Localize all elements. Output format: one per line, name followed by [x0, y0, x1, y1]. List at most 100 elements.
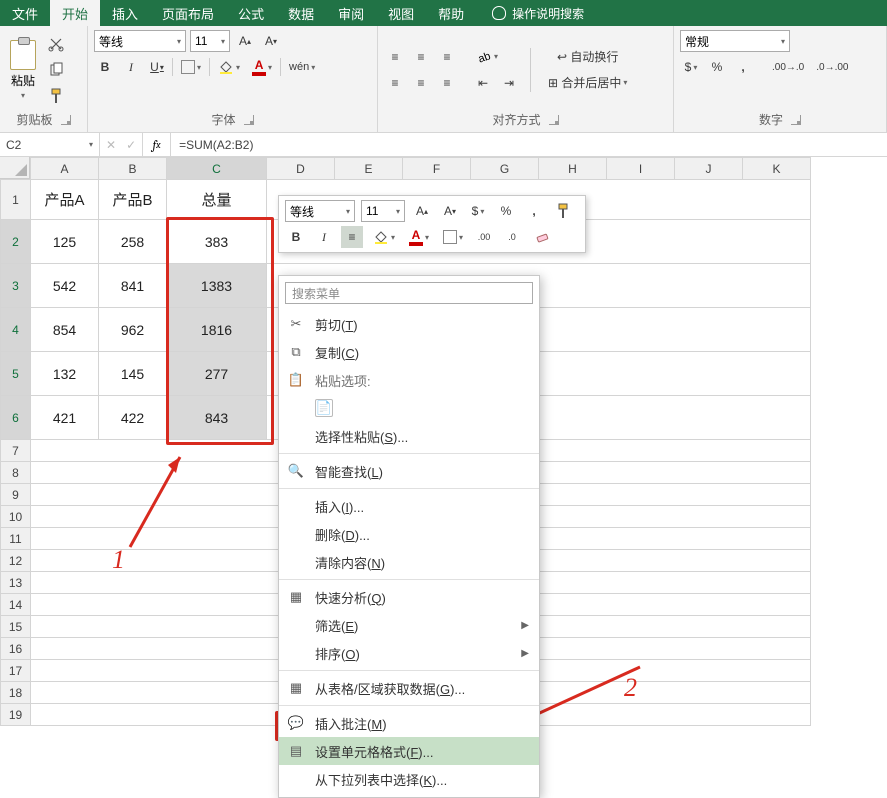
cell[interactable]: 421: [31, 396, 99, 440]
col-header[interactable]: E: [335, 158, 403, 180]
cell[interactable]: 145: [99, 352, 167, 396]
shrink-font-button[interactable]: A▾: [260, 30, 282, 52]
border-button[interactable]: [177, 56, 205, 78]
underline-button[interactable]: U▾: [146, 56, 168, 78]
mini-align-center[interactable]: ≡: [341, 226, 363, 248]
tab-insert[interactable]: 插入: [100, 0, 150, 26]
cell[interactable]: 125: [31, 220, 99, 264]
cell[interactable]: 产品B: [99, 180, 167, 220]
fill-color-button[interactable]: [214, 56, 244, 78]
row-header[interactable]: 5: [1, 352, 31, 396]
col-header[interactable]: J: [675, 158, 743, 180]
ctx-sort[interactable]: 排序(O) ▶: [279, 639, 539, 667]
row-header[interactable]: 9: [1, 484, 31, 506]
tab-review[interactable]: 审阅: [326, 0, 376, 26]
tell-me-search[interactable]: 操作说明搜索: [484, 0, 592, 26]
italic-button[interactable]: I: [120, 56, 142, 78]
col-header[interactable]: K: [743, 158, 811, 180]
row-header[interactable]: 2: [1, 220, 31, 264]
font-size-select[interactable]: 11▾: [190, 30, 230, 52]
row-header[interactable]: 17: [1, 660, 31, 682]
col-header[interactable]: F: [403, 158, 471, 180]
mini-border[interactable]: [439, 226, 467, 248]
align-right-button[interactable]: ≡: [436, 72, 458, 94]
font-launcher[interactable]: [244, 115, 254, 125]
ctx-quick-analysis[interactable]: ▦ 快速分析(Q): [279, 583, 539, 611]
cell[interactable]: 422: [99, 396, 167, 440]
row-header[interactable]: 16: [1, 638, 31, 660]
cell[interactable]: 1383: [167, 264, 267, 308]
format-painter-button[interactable]: [44, 85, 68, 107]
cell[interactable]: 854: [31, 308, 99, 352]
ctx-get-data[interactable]: ▦ 从表格/区域获取数据(G)...: [279, 674, 539, 702]
row-header[interactable]: 19: [1, 704, 31, 726]
cut-button[interactable]: [44, 33, 68, 55]
mini-inc-decimal[interactable]: .00: [473, 226, 495, 248]
tab-file[interactable]: 文件: [0, 0, 50, 26]
ctx-insert-comment[interactable]: 💬 插入批注(M): [279, 709, 539, 737]
mini-percent[interactable]: %: [495, 200, 517, 222]
cell[interactable]: 542: [31, 264, 99, 308]
align-middle-button[interactable]: ≡: [410, 46, 432, 68]
row-header[interactable]: 1: [1, 180, 31, 220]
row-header[interactable]: 13: [1, 572, 31, 594]
row-header[interactable]: 14: [1, 594, 31, 616]
select-all-corner[interactable]: [0, 157, 30, 179]
ctx-dropdown-list[interactable]: 从下拉列表中选择(K)...: [279, 765, 539, 793]
cell[interactable]: 962: [99, 308, 167, 352]
mini-bold[interactable]: B: [285, 226, 307, 248]
tab-home[interactable]: 开始: [50, 0, 100, 26]
mini-shrink-font[interactable]: A▾: [439, 200, 461, 222]
wrap-text-button[interactable]: ↩ 自动换行: [541, 46, 634, 68]
font-color-button[interactable]: A: [248, 56, 276, 78]
clipboard-launcher[interactable]: [61, 115, 71, 125]
ctx-paste-special[interactable]: 选择性粘贴(S)...: [279, 422, 539, 450]
tab-formula[interactable]: 公式: [226, 0, 276, 26]
grow-font-button[interactable]: A▴: [234, 30, 256, 52]
align-top-button[interactable]: ≡: [384, 46, 406, 68]
comma-button[interactable]: ,: [732, 56, 754, 78]
orientation-button[interactable]: ab: [472, 46, 502, 68]
mini-font-select[interactable]: 等线▾: [285, 200, 355, 222]
col-header[interactable]: B: [99, 158, 167, 180]
align-center-button[interactable]: ≡: [410, 72, 432, 94]
align-bottom-button[interactable]: ≡: [436, 46, 458, 68]
row-header[interactable]: 12: [1, 550, 31, 572]
mini-comma[interactable]: ,: [523, 200, 545, 222]
row-header[interactable]: 8: [1, 462, 31, 484]
mini-clear-format[interactable]: [529, 226, 553, 248]
col-header[interactable]: D: [267, 158, 335, 180]
cell[interactable]: 843: [167, 396, 267, 440]
ctx-cut[interactable]: ✂ 剪切(T): [279, 310, 539, 338]
ctx-filter[interactable]: 筛选(E) ▶: [279, 611, 539, 639]
mini-accounting[interactable]: $: [467, 200, 489, 222]
percent-button[interactable]: %: [706, 56, 728, 78]
context-search[interactable]: 搜索菜单: [285, 282, 533, 304]
align-launcher[interactable]: [549, 115, 559, 125]
col-header[interactable]: H: [539, 158, 607, 180]
enter-icon[interactable]: ✓: [126, 138, 136, 152]
ctx-clear-contents[interactable]: 清除内容(N): [279, 548, 539, 576]
cell[interactable]: 132: [31, 352, 99, 396]
copy-button[interactable]: [44, 59, 68, 81]
row-header[interactable]: 15: [1, 616, 31, 638]
mini-font-color[interactable]: A: [405, 226, 433, 248]
font-select[interactable]: 等线▾: [94, 30, 186, 52]
paste-button[interactable]: 粘贴 ▾: [6, 38, 40, 102]
accounting-format-button[interactable]: $: [680, 56, 702, 78]
mini-dec-decimal[interactable]: .0: [501, 226, 523, 248]
indent-decrease-button[interactable]: ⇤: [472, 72, 494, 94]
row-header[interactable]: 3: [1, 264, 31, 308]
ctx-paste-option-default[interactable]: 📄: [279, 394, 539, 422]
ctx-insert[interactable]: 插入(I)...: [279, 492, 539, 520]
ctx-copy[interactable]: ⧉ 复制(C): [279, 338, 539, 366]
cell[interactable]: 总量: [167, 180, 267, 220]
col-header[interactable]: A: [31, 158, 99, 180]
mini-fill-color[interactable]: [369, 226, 399, 248]
row-header[interactable]: 18: [1, 682, 31, 704]
formula-input[interactable]: =SUM(A2:B2): [171, 133, 887, 156]
col-header[interactable]: I: [607, 158, 675, 180]
ctx-delete[interactable]: 删除(D)...: [279, 520, 539, 548]
cell[interactable]: 841: [99, 264, 167, 308]
mini-grow-font[interactable]: A▴: [411, 200, 433, 222]
